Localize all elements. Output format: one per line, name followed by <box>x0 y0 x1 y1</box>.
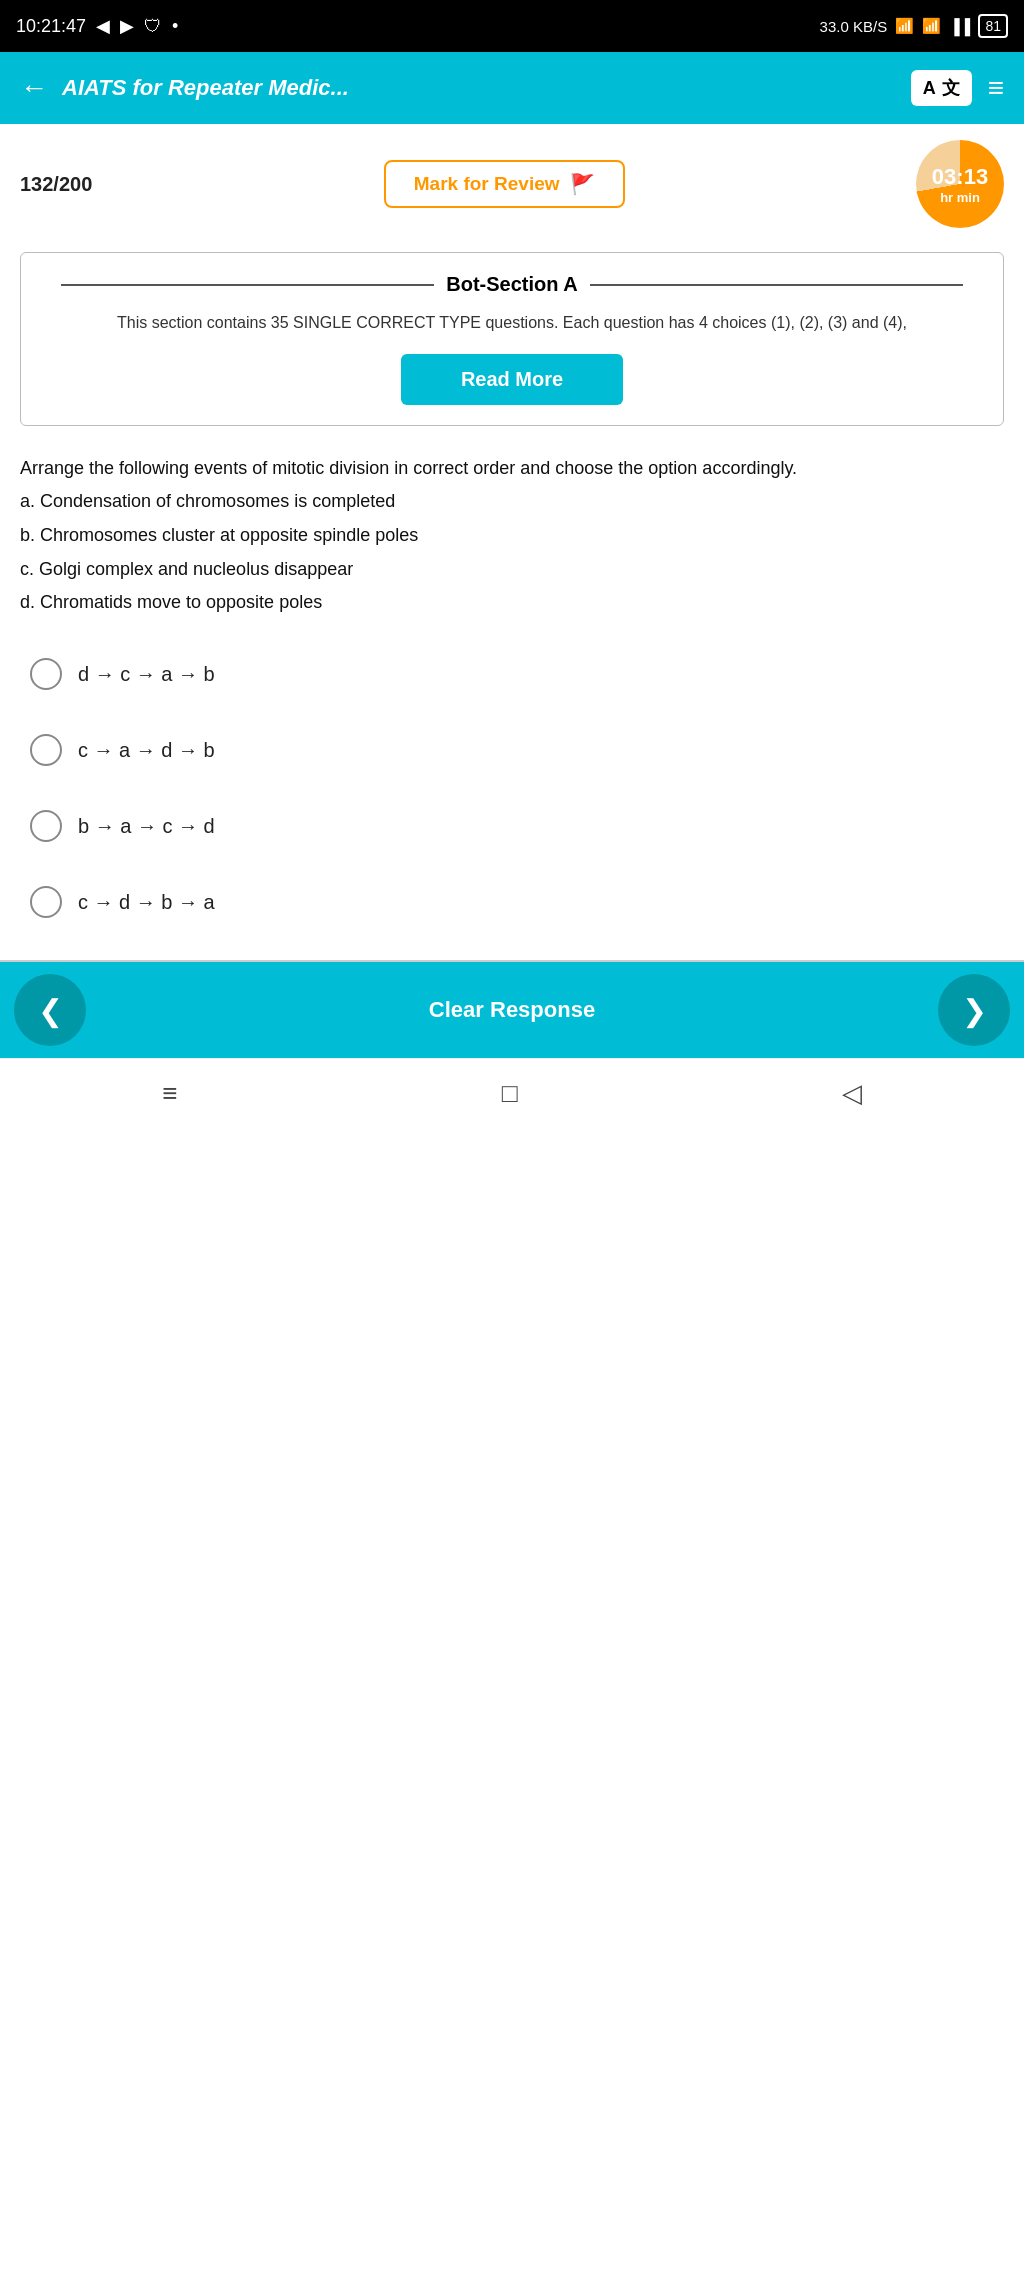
battery-indicator: 81 <box>978 14 1008 38</box>
clear-response-button[interactable]: Clear Response <box>96 979 928 1041</box>
play-icon: ▶ <box>120 15 134 37</box>
nav-bar: ← AIATS for Repeater Medic... A 文 ≡ <box>0 52 1024 124</box>
option-3[interactable]: b → a → c → d <box>20 788 1004 864</box>
option-3-radio[interactable] <box>30 810 62 842</box>
option-1-label: d → c → a → b <box>78 663 215 686</box>
nav-arrow-icon: ◀ <box>96 15 110 37</box>
lang-a-label: A <box>923 78 936 99</box>
signal-icon: 📶 <box>922 17 941 35</box>
option-2[interactable]: c → a → d → b <box>20 712 1004 788</box>
time-display: 10:21:47 <box>16 16 86 37</box>
next-button[interactable]: ❯ <box>938 974 1010 1046</box>
option-2-label: c → a → d → b <box>78 739 215 762</box>
timer-circle: 03:13 hr min <box>916 140 1004 228</box>
hamburger-menu-icon[interactable]: ≡ <box>988 72 1004 104</box>
section-title: Bot-Section A <box>49 273 975 296</box>
option-3-label: b → a → c → d <box>78 815 215 838</box>
prev-button[interactable]: ❮ <box>14 974 86 1046</box>
nav-title: AIATS for Repeater Medic... <box>62 75 911 101</box>
status-left: 10:21:47 ◀ ▶ 🛡 • <box>16 15 178 37</box>
sub-header: 132/200 Mark for Review 🚩 03:13 hr min <box>0 124 1024 244</box>
dot-icon: • <box>172 16 178 37</box>
option-4-radio[interactable] <box>30 886 62 918</box>
mark-review-label: Mark for Review <box>414 173 560 195</box>
option-4[interactable]: c → d → b → a <box>20 864 1004 940</box>
system-menu-icon[interactable]: ≡ <box>162 1078 177 1109</box>
section-description: This section contains 35 SINGLE CORRECT … <box>49 310 975 336</box>
system-home-icon[interactable]: □ <box>502 1078 518 1109</box>
next-icon: ❯ <box>962 993 987 1028</box>
question-item-a: a. Condensation of chromosomes is comple… <box>20 487 1004 517</box>
mark-review-button[interactable]: Mark for Review 🚩 <box>384 160 625 208</box>
back-button[interactable]: ← <box>20 72 48 104</box>
flag-icon: 🚩 <box>570 172 595 196</box>
bottom-bar: ❮ Clear Response ❯ <box>0 962 1024 1058</box>
prev-icon: ❮ <box>38 993 63 1028</box>
timer-label: hr min <box>940 190 980 205</box>
system-back-icon[interactable]: ◁ <box>842 1078 862 1109</box>
wifi-icon: 📶 <box>895 17 914 35</box>
question-item-c: c. Golgi complex and nucleolus disappear <box>20 555 1004 585</box>
section-box: Bot-Section A This section contains 35 S… <box>20 252 1004 426</box>
lang-separator: 文 <box>942 76 960 100</box>
status-right: 33.0 KB/S 📶 📶 ▐▐ 81 <box>820 14 1008 38</box>
option-1-radio[interactable] <box>30 658 62 690</box>
question-item-b: b. Chromosomes cluster at opposite spind… <box>20 521 1004 551</box>
question-item-d: d. Chromatids move to opposite poles <box>20 588 1004 618</box>
option-4-label: c → d → b → a <box>78 891 215 914</box>
option-2-radio[interactable] <box>30 734 62 766</box>
signal2-icon: ▐▐ <box>949 18 970 35</box>
read-more-button[interactable]: Read More <box>401 354 623 405</box>
option-1[interactable]: d → c → a → b <box>20 636 1004 712</box>
network-speed: 33.0 KB/S <box>820 18 888 35</box>
language-toggle[interactable]: A 文 <box>911 70 972 106</box>
question-text: Arrange the following events of mitotic … <box>20 454 1004 618</box>
timer-time: 03:13 <box>932 164 988 190</box>
shield-icon: 🛡 <box>144 16 162 37</box>
question-area: Arrange the following events of mitotic … <box>0 444 1024 960</box>
system-nav-bar: ≡ □ ◁ <box>0 1058 1024 1128</box>
options-list: d → c → a → b c → a → d → b b → a → c → … <box>20 636 1004 940</box>
question-counter: 132/200 <box>20 173 92 196</box>
status-bar: 10:21:47 ◀ ▶ 🛡 • 33.0 KB/S 📶 📶 ▐▐ 81 <box>0 0 1024 52</box>
